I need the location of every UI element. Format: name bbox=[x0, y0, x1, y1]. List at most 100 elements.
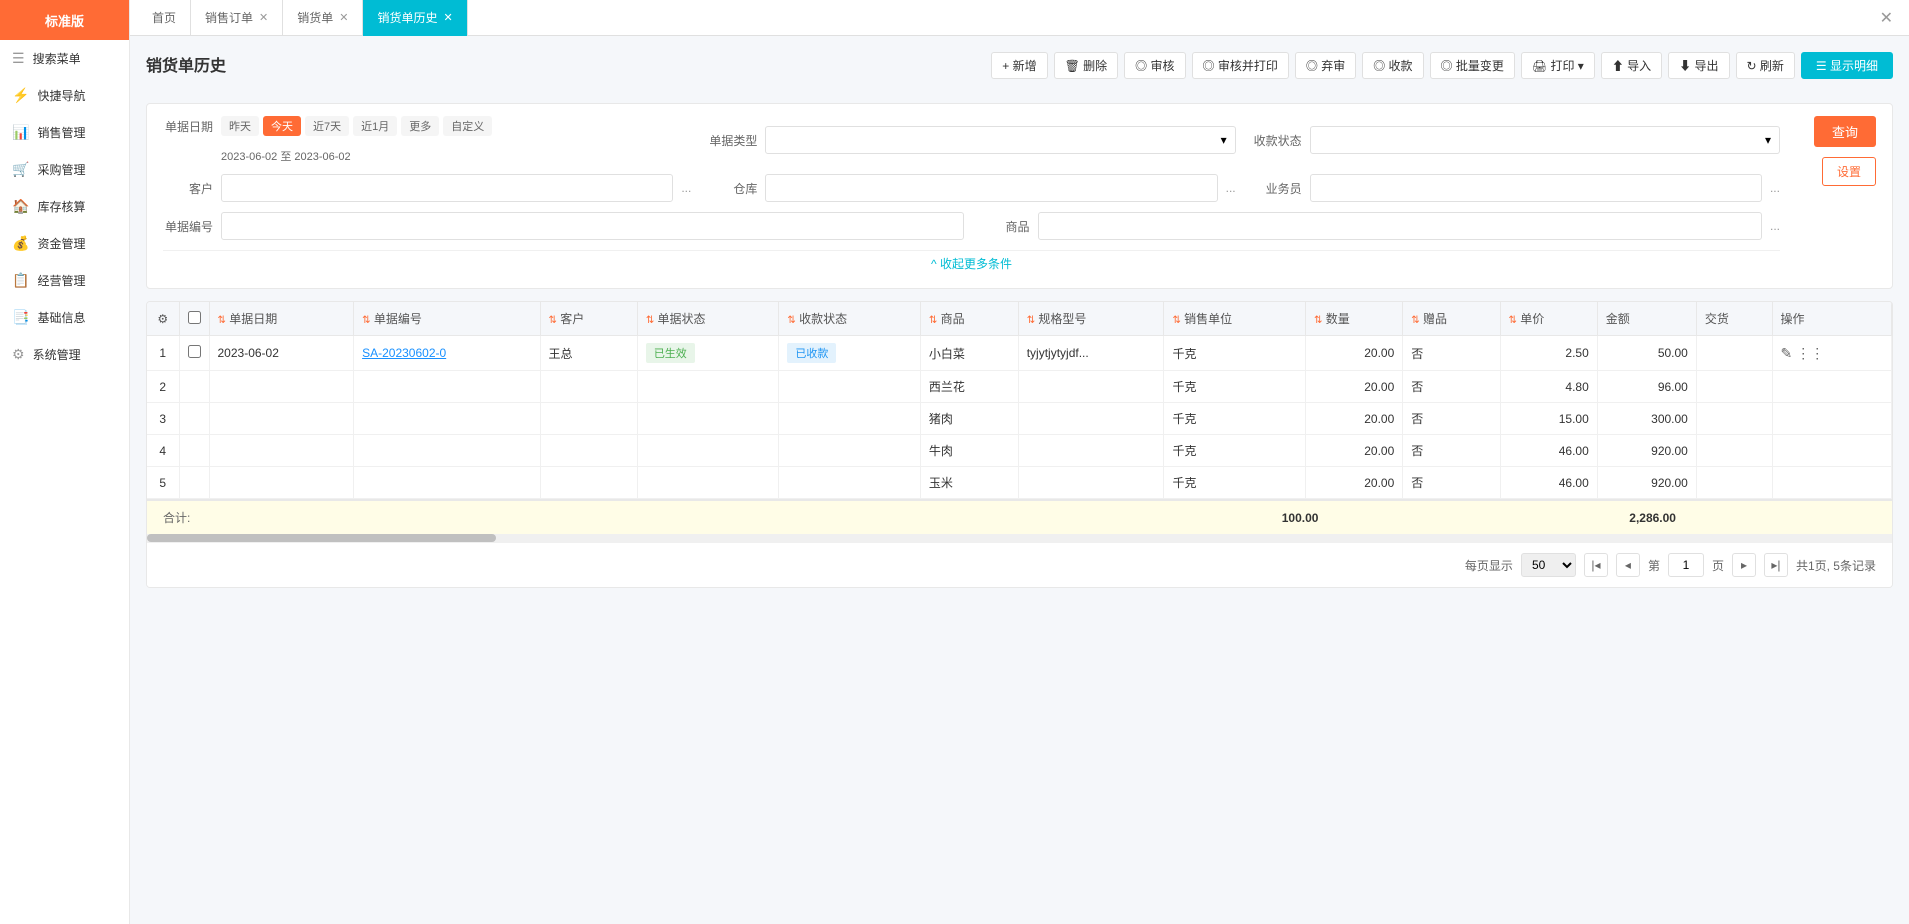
show-detail-button[interactable]: ☰ 显示明细 bbox=[1801, 52, 1893, 79]
date-pill-yesterday[interactable]: 昨天 bbox=[221, 116, 259, 136]
cell-checkbox[interactable] bbox=[179, 467, 209, 499]
col-transaction[interactable]: 交货 bbox=[1696, 302, 1772, 336]
sidebar-item-system[interactable]: ⚙ 系统管理 bbox=[0, 336, 129, 373]
cell-checkbox[interactable] bbox=[179, 435, 209, 467]
more-action-icon[interactable]: ⋮⋮ bbox=[1796, 345, 1824, 361]
sidebar-item-purchase-mgmt[interactable]: 🛒 采购管理 bbox=[0, 151, 129, 188]
audit-print-button[interactable]: ◎ 审核并打印 bbox=[1192, 52, 1289, 79]
cell-payment-status bbox=[779, 403, 921, 435]
prev-page-button[interactable]: ◂ bbox=[1616, 553, 1640, 577]
sidebar-item-inventory[interactable]: 🏠 库存核算 bbox=[0, 188, 129, 225]
cell-gift: 否 bbox=[1403, 467, 1500, 499]
next-page-button[interactable]: ▸ bbox=[1732, 553, 1756, 577]
batch-change-button[interactable]: ◎ 批量变更 bbox=[1430, 52, 1515, 79]
sidebar-item-sales-mgmt[interactable]: 📊 销售管理 bbox=[0, 114, 129, 151]
sidebar-item-basic-info[interactable]: 📑 基础信息 bbox=[0, 299, 129, 336]
cell-checkbox[interactable] bbox=[179, 403, 209, 435]
sidebar-item-finance[interactable]: 💰 资金管理 bbox=[0, 225, 129, 262]
sort-icon: ⇅ bbox=[1314, 315, 1322, 326]
cell-checkbox[interactable] bbox=[179, 371, 209, 403]
cell-checkbox[interactable] bbox=[179, 336, 209, 371]
collapse-button[interactable]: ^ 收起更多条件 bbox=[931, 255, 1012, 272]
col-quantity[interactable]: ⇅ 数量 bbox=[1305, 302, 1402, 336]
close-sales-order-icon[interactable]: ✕ bbox=[259, 11, 268, 24]
last-page-button[interactable]: ▸| bbox=[1764, 553, 1788, 577]
sidebar-item-operations[interactable]: 📋 经营管理 bbox=[0, 262, 129, 299]
col-doc-no[interactable]: ⇅ 单据编号 bbox=[354, 302, 540, 336]
import-button[interactable]: ⬆ 导入 bbox=[1601, 52, 1662, 79]
cell-transaction bbox=[1696, 467, 1772, 499]
filter-settings-button[interactable]: 设置 bbox=[1822, 157, 1876, 186]
first-page-button[interactable]: |◂ bbox=[1584, 553, 1608, 577]
doc-type-select[interactable]: ▾ bbox=[765, 126, 1235, 154]
select-all-checkbox[interactable] bbox=[188, 311, 201, 324]
product-input[interactable] bbox=[1038, 212, 1762, 240]
query-button[interactable]: 查询 bbox=[1814, 116, 1876, 147]
col-doc-status[interactable]: ⇅ 单据状态 bbox=[637, 302, 779, 336]
audit-button[interactable]: ◎ 审核 bbox=[1124, 52, 1185, 79]
discard-button[interactable]: ◎ 弃审 bbox=[1295, 52, 1356, 79]
date-pill-more[interactable]: 更多 bbox=[401, 116, 439, 136]
table-header-row: ⚙ ⇅ 单据日期 ⇅ 单据编号 ⇅ 客户 ⇅ 单据状态 ⇅ 收款状态 ⇅ 商品 … bbox=[147, 302, 1892, 336]
col-spec[interactable]: ⇅ 规格型号 bbox=[1018, 302, 1164, 336]
salesperson-input[interactable] bbox=[1310, 174, 1762, 202]
filter-doc-no: 单据编号 bbox=[163, 212, 964, 240]
tab-sales-history[interactable]: 销货单历史 ✕ bbox=[363, 0, 467, 36]
col-product[interactable]: ⇅ 商品 bbox=[920, 302, 1018, 336]
cell-action bbox=[1772, 435, 1892, 467]
col-doc-date[interactable]: ⇅ 单据日期 bbox=[209, 302, 354, 336]
cell-customer bbox=[540, 467, 637, 499]
scrollbar-thumb[interactable] bbox=[147, 534, 496, 542]
cell-unit-price: 15.00 bbox=[1500, 403, 1597, 435]
cell-action bbox=[1772, 403, 1892, 435]
refresh-button[interactable]: ↻ 刷新 bbox=[1736, 52, 1795, 79]
date-pill-custom[interactable]: 自定义 bbox=[443, 116, 492, 136]
print-button[interactable]: 🖨 打印 ▾ bbox=[1521, 52, 1595, 79]
cell-unit: 千克 bbox=[1164, 467, 1306, 499]
sidebar-item-quick-nav[interactable]: ⚡ 快捷导航 bbox=[0, 77, 129, 114]
payment-status-select[interactable]: ▾ bbox=[1310, 126, 1780, 154]
date-pill-1month[interactable]: 近1月 bbox=[353, 116, 397, 136]
salesperson-dots[interactable]: ... bbox=[1770, 181, 1780, 195]
tab-home[interactable]: 首页 bbox=[138, 0, 191, 36]
customer-input[interactable] bbox=[221, 174, 673, 202]
page-number-input[interactable] bbox=[1668, 553, 1704, 577]
system-icon: ⚙ bbox=[12, 346, 25, 363]
warehouse-dots[interactable]: ... bbox=[1226, 181, 1236, 195]
page-size-select[interactable]: 50 100 200 bbox=[1521, 553, 1576, 577]
delete-button[interactable]: 🗑 删除 bbox=[1054, 52, 1119, 79]
edit-action-icon[interactable]: ✎ bbox=[1781, 345, 1793, 361]
export-button[interactable]: ⬇ 导出 bbox=[1668, 52, 1729, 79]
date-pill-today[interactable]: 今天 bbox=[263, 116, 301, 136]
col-amount[interactable]: 金额 bbox=[1597, 302, 1696, 336]
cell-product: 牛肉 bbox=[920, 435, 1018, 467]
close-sales-history-icon[interactable]: ✕ bbox=[444, 11, 453, 24]
cell-action bbox=[1772, 467, 1892, 499]
tab-sales-delivery[interactable]: 销货单 ✕ bbox=[283, 0, 363, 36]
col-unit[interactable]: ⇅ 销售单位 bbox=[1164, 302, 1306, 336]
sidebar-item-label: 搜索菜单 bbox=[33, 50, 81, 67]
close-all-tabs-button[interactable]: ✕ bbox=[1872, 8, 1901, 28]
doc-no-link[interactable]: SA-20230602-0 bbox=[362, 346, 446, 360]
col-gift[interactable]: ⇅ 赠品 bbox=[1403, 302, 1500, 336]
horizontal-scrollbar[interactable] bbox=[147, 534, 1892, 542]
table-row: 2 西兰花 千克 20.00 否 4.80 96.00 bbox=[147, 371, 1892, 403]
customer-dots[interactable]: ... bbox=[681, 181, 691, 195]
collect-button[interactable]: ◎ 收款 bbox=[1362, 52, 1423, 79]
sidebar-item-search-menu[interactable]: ☰ 搜索菜单 bbox=[0, 40, 129, 77]
cell-transaction bbox=[1696, 435, 1772, 467]
row-checkbox[interactable] bbox=[188, 345, 201, 358]
col-unit-price[interactable]: ⇅ 单价 bbox=[1500, 302, 1597, 336]
tab-sales-order[interactable]: 销售订单 ✕ bbox=[191, 0, 283, 36]
close-sales-delivery-icon[interactable]: ✕ bbox=[339, 11, 348, 24]
col-settings[interactable]: ⚙ bbox=[147, 302, 179, 336]
product-dots[interactable]: ... bbox=[1770, 219, 1780, 233]
col-checkbox[interactable] bbox=[179, 302, 209, 336]
col-payment-status[interactable]: ⇅ 收款状态 bbox=[779, 302, 921, 336]
warehouse-input[interactable] bbox=[765, 174, 1217, 202]
col-customer[interactable]: ⇅ 客户 bbox=[540, 302, 637, 336]
date-pill-7days[interactable]: 近7天 bbox=[305, 116, 349, 136]
add-button[interactable]: + 新增 bbox=[991, 52, 1047, 79]
cell-gift: 否 bbox=[1403, 336, 1500, 371]
doc-no-input[interactable] bbox=[221, 212, 964, 240]
